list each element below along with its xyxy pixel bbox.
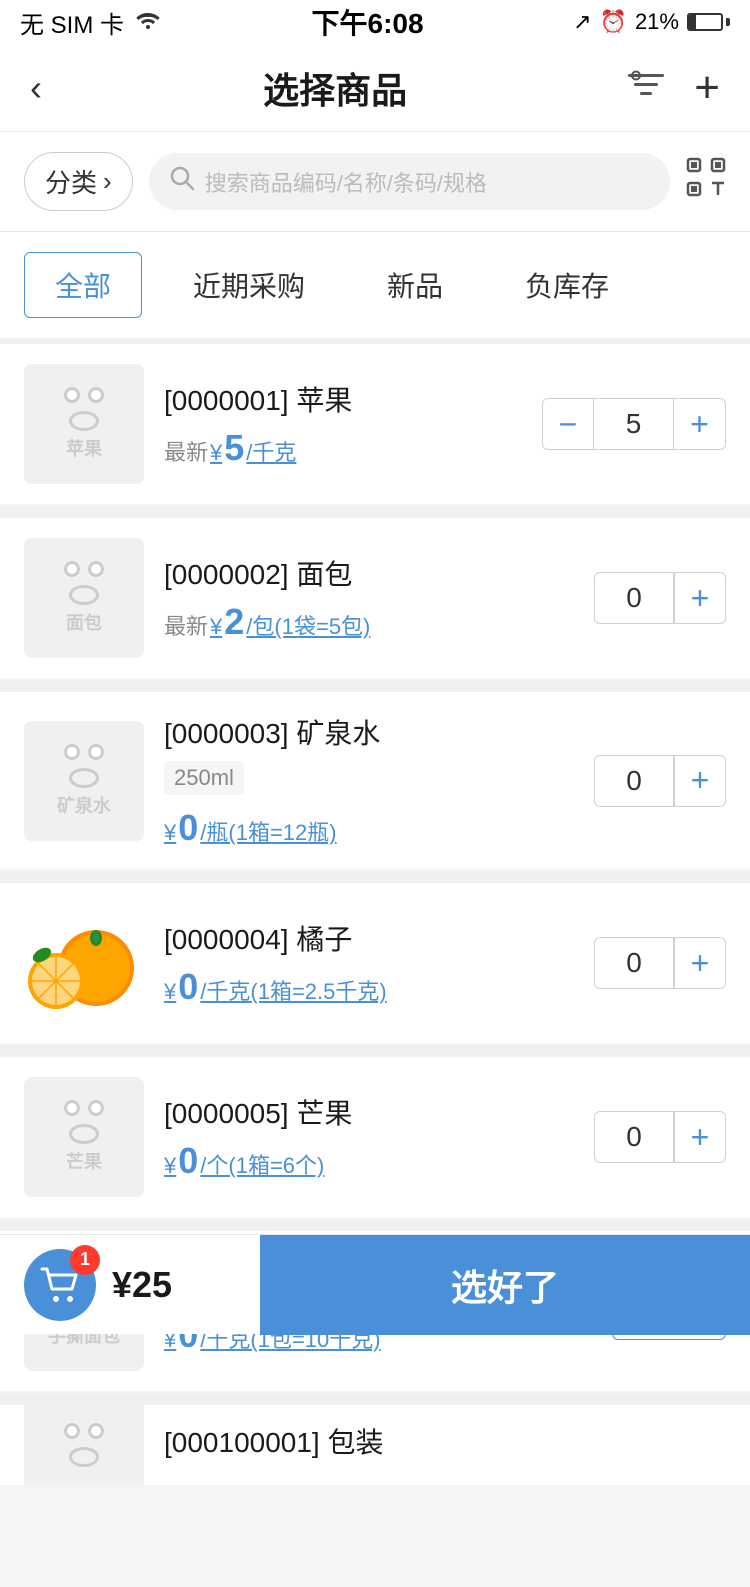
sim-status: 无 SIM 卡 [20, 5, 124, 40]
quantity-input[interactable] [594, 398, 674, 450]
quantity-control: + [594, 572, 726, 624]
confirm-button[interactable]: 选好了 [260, 1235, 750, 1335]
product-name: [0000003] 矿泉水 [164, 712, 574, 752]
product-spec: 250ml [164, 761, 244, 795]
search-box[interactable]: 搜索商品编码/名称/条码/规格 [149, 153, 670, 210]
filter-row: 分类 › 搜索商品编码/名称/条码/规格 [0, 132, 750, 232]
product-info: [0000004] 橘子 ¥ 0 /千克(1箱=2.5千克) [164, 918, 574, 1008]
quantity-input[interactable] [594, 572, 674, 624]
status-time: 下午6:08 [312, 2, 424, 42]
nav-actions: + [628, 63, 720, 113]
category-label: 分类 [45, 163, 97, 200]
status-right: ↗ ⏰ 21% [573, 9, 730, 35]
status-left: 无 SIM 卡 [20, 5, 162, 40]
tab-recent[interactable]: 近期采购 [162, 252, 336, 318]
placeholder-logo: 芒果 [44, 1097, 124, 1177]
product-info: [0000003] 矿泉水 250ml ¥ 0 /瓶(1箱=12瓶) [164, 712, 574, 849]
product-name: [0000001] 苹果 [164, 379, 522, 419]
product-image: 芒果 [24, 1077, 144, 1197]
list-item: 矿泉水 [0000003] 矿泉水 250ml ¥ 0 /瓶(1箱=12瓶) + [0, 692, 750, 869]
product-price: ¥ 0 /个(1箱=6个) [164, 1140, 574, 1182]
product-price: 最新 ¥ 5 /千克 [164, 427, 522, 469]
category-button[interactable]: 分类 › [24, 152, 133, 211]
product-name: [0000004] 橘子 [164, 918, 574, 958]
list-item: [0000004] 橘子 ¥ 0 /千克(1箱=2.5千克) + [0, 883, 750, 1043]
alarm-icon: ⏰ [600, 9, 627, 35]
cart-total: ¥25 [112, 1264, 172, 1306]
increase-button[interactable]: + [674, 755, 726, 807]
cart-button[interactable]: 1 [24, 1249, 96, 1321]
product-price: 最新 ¥ 2 /包(1袋=5包) [164, 601, 574, 643]
quantity-input[interactable] [594, 937, 674, 989]
battery-icon [687, 13, 730, 31]
scan-icon[interactable] [686, 157, 726, 206]
list-item: 苹果 [0000001] 苹果 最新 ¥ 5 /千克 − + [0, 344, 750, 504]
product-image: 苹果 [24, 364, 144, 484]
location-icon: ↗ [573, 9, 591, 35]
placeholder-logo: 矿泉水 [44, 741, 124, 821]
quantity-input[interactable] [594, 1111, 674, 1163]
product-image: 矿泉水 [24, 721, 144, 841]
product-price: ¥ 0 /千克(1箱=2.5千克) [164, 966, 574, 1008]
placeholder-logo: 面包 [44, 558, 124, 638]
product-image [24, 1405, 144, 1485]
quantity-input[interactable] [594, 755, 674, 807]
status-bar: 无 SIM 卡 下午6:08 ↗ ⏰ 21% [0, 0, 750, 44]
tab-negative[interactable]: 负库存 [494, 252, 640, 318]
increase-button[interactable]: + [674, 572, 726, 624]
quantity-control: + [594, 755, 726, 807]
tab-bar: 全部 近期采购 新品 负库存 [0, 232, 750, 344]
product-list: 苹果 [0000001] 苹果 最新 ¥ 5 /千克 − + [0, 344, 750, 1587]
product-image: 面包 [24, 538, 144, 658]
decrease-button[interactable]: − [542, 398, 594, 450]
nav-bar: ‹ 选择商品 + [0, 44, 750, 132]
product-info: [0000001] 苹果 最新 ¥ 5 /千克 [164, 379, 522, 469]
product-image [24, 903, 144, 1023]
product-name: [000100001] 包装 [164, 1421, 726, 1461]
list-item: 芒果 [0000005] 芒果 ¥ 0 /个(1箱=6个) + [0, 1057, 750, 1217]
increase-button[interactable]: + [674, 937, 726, 989]
tab-all[interactable]: 全部 [24, 252, 142, 318]
product-name: [0000002] 面包 [164, 553, 574, 593]
bottom-bar: 1 ¥25 选好了 [0, 1234, 750, 1334]
quantity-control: + [594, 937, 726, 989]
product-info: [0000005] 芒果 ¥ 0 /个(1箱=6个) [164, 1092, 574, 1182]
product-info: [000100001] 包装 [164, 1421, 726, 1469]
quantity-control: + [594, 1111, 726, 1163]
tab-new[interactable]: 新品 [356, 252, 474, 318]
list-item: 面包 [0000002] 面包 最新 ¥ 2 /包(1袋=5包) + [0, 518, 750, 678]
battery-percent: 21% [635, 9, 679, 35]
quantity-control: − + [542, 398, 726, 450]
placeholder-logo: 苹果 [44, 384, 124, 464]
search-icon [169, 165, 195, 198]
back-button[interactable]: ‹ [30, 67, 42, 109]
category-arrow: › [103, 166, 112, 197]
filter-icon[interactable] [628, 67, 664, 109]
add-icon[interactable]: + [694, 63, 720, 113]
wifi-icon [134, 8, 162, 36]
cart-section: 1 ¥25 [0, 1249, 260, 1321]
increase-button[interactable]: + [674, 1111, 726, 1163]
list-item: [000100001] 包装 [0, 1405, 750, 1485]
increase-button[interactable]: + [674, 398, 726, 450]
product-name: [0000005] 芒果 [164, 1092, 574, 1132]
product-info: [0000002] 面包 最新 ¥ 2 /包(1袋=5包) [164, 553, 574, 643]
page-title: 选择商品 [263, 62, 407, 114]
cart-badge: 1 [70, 1245, 100, 1275]
placeholder-logo [44, 1405, 124, 1485]
search-placeholder: 搜索商品编码/名称/条码/规格 [205, 166, 487, 198]
product-price: ¥ 0 /瓶(1箱=12瓶) [164, 807, 574, 849]
